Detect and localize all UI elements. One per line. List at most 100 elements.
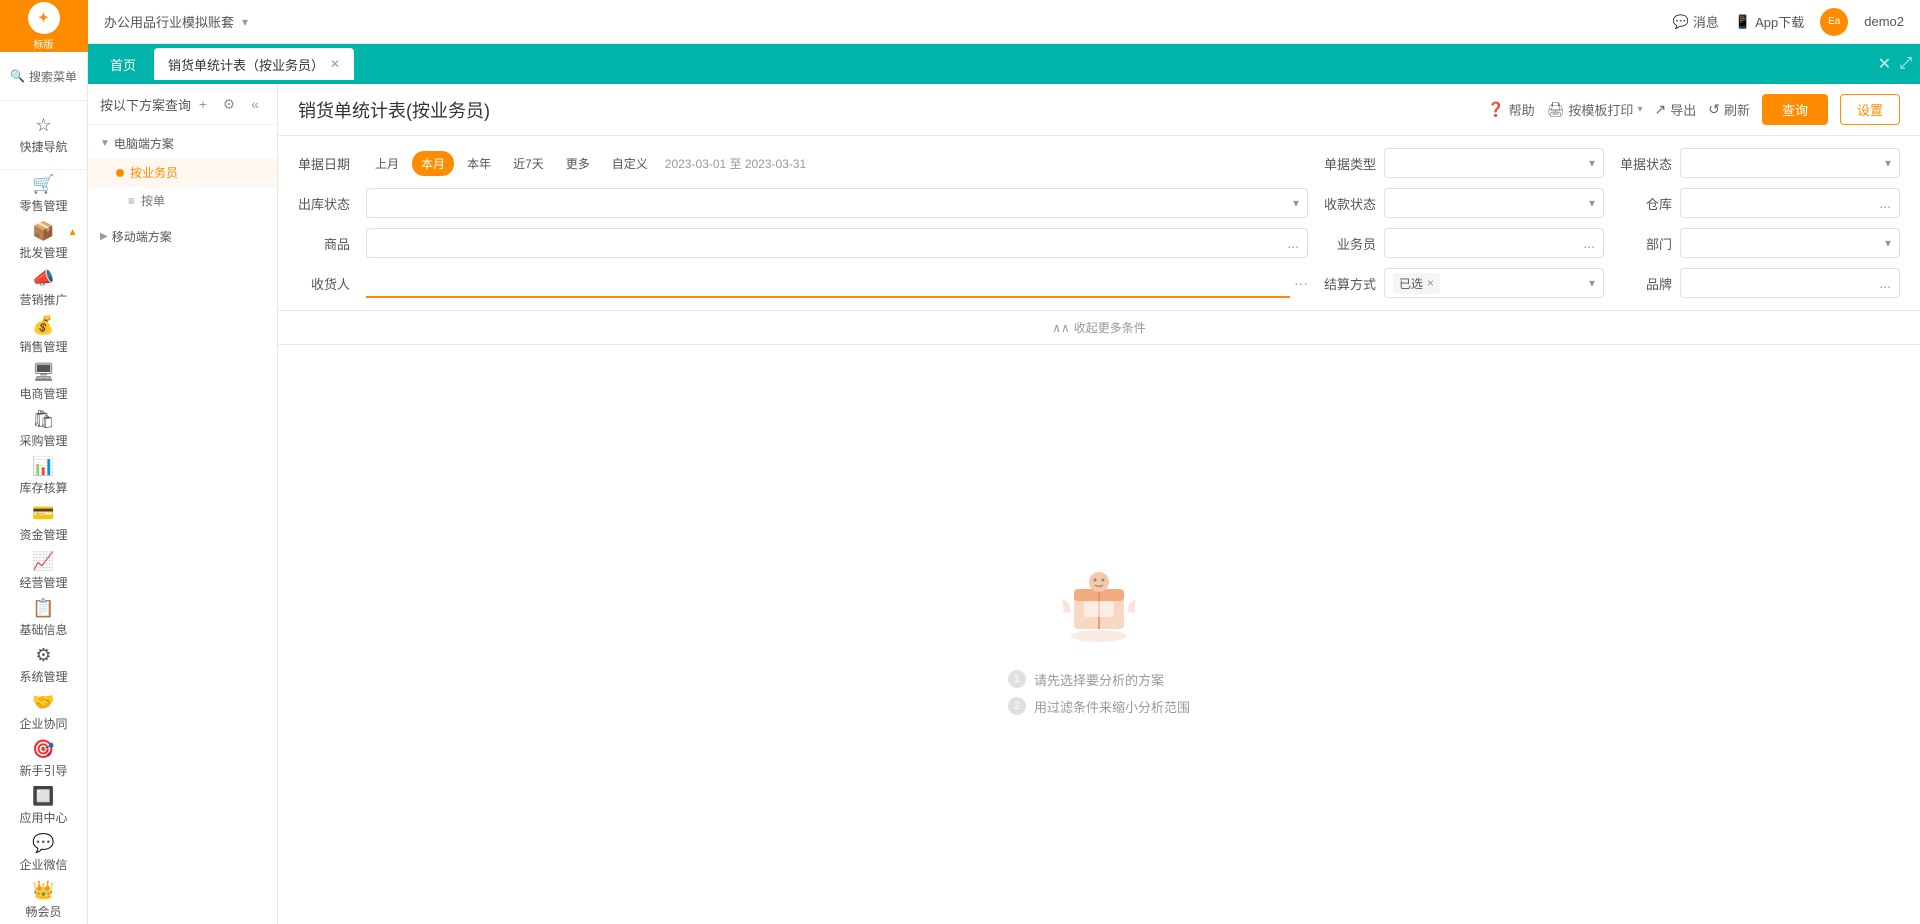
doc-type-select[interactable]: ▾ [1384, 148, 1604, 178]
doc-status-section: 单据状态 ▾ [1620, 148, 1900, 178]
doc-type-label: 单据类型 [1324, 154, 1376, 173]
sidebar-item-marketing[interactable]: 📣 营销推广 [4, 266, 84, 309]
maximize-button[interactable]: ⤢ [1899, 55, 1912, 73]
tab-sales-stat-label: 销货单统计表（按业务员） [168, 55, 324, 74]
user-avatar[interactable]: Ea [1820, 8, 1848, 36]
print-dropdown-icon[interactable]: ▾ [1637, 104, 1642, 115]
export-icon: ↗ [1654, 101, 1666, 118]
brand-select[interactable]: ... [1680, 268, 1900, 298]
doc-status-select[interactable]: ▾ [1680, 148, 1900, 178]
refresh-button[interactable]: ↺ 刷新 [1708, 100, 1750, 119]
finance-icon: 💳 [32, 503, 54, 524]
payment-tag-close-icon[interactable]: × [1427, 276, 1434, 290]
doc-type-control: ▾ [1384, 148, 1604, 178]
close-tab-button[interactable]: ✕ [1878, 54, 1891, 74]
salesperson-select[interactable]: ... [1384, 228, 1604, 258]
sidebar-item-basic[interactable]: 📋 基础信息 [4, 596, 84, 639]
brand-section: 品牌 ... [1620, 268, 1900, 298]
payment-control: 已选 × ▾ [1384, 268, 1604, 298]
tab-sales-stat[interactable]: 销货单统计表（按业务员） ✕ [154, 48, 354, 80]
basic-icon: 📋 [32, 598, 54, 619]
goods-control: ... [366, 228, 1308, 258]
hint-text-2: 用过滤条件来缩小分析范围 [1034, 697, 1190, 716]
date-last-month[interactable]: 上月 [366, 151, 408, 176]
tab-home[interactable]: 首页 [96, 48, 150, 80]
message-button[interactable]: 💬 消息 [1673, 12, 1719, 31]
sidebar-item-wechat[interactable]: 💬 企业微信 [4, 832, 84, 875]
warehouse-select[interactable]: ... [1680, 188, 1900, 218]
empty-hint-1: 1 请先选择要分析的方案 [1008, 670, 1190, 689]
sidebar-item-newbie[interactable]: 🎯 新手引导 [4, 738, 84, 781]
left-panel-actions: + ⚙ « [193, 94, 265, 114]
enterprise-icon: 🤝 [32, 692, 54, 713]
date-this-month[interactable]: 本月 [412, 151, 454, 176]
sidebar-item-purchase[interactable]: 🛍 采购管理 [4, 408, 84, 451]
brand-dots-icon: ... [1879, 275, 1891, 291]
sidebar-item-enterprise[interactable]: 🤝 企业协同 [4, 690, 84, 733]
dept-label: 部门 [1620, 234, 1672, 253]
payment-select[interactable]: 已选 × ▾ [1384, 268, 1604, 298]
date-this-year[interactable]: 本年 [458, 151, 500, 176]
scheme-settings-button[interactable]: ⚙ [219, 94, 239, 114]
user-name[interactable]: demo2 [1864, 14, 1904, 29]
empty-illustration [1049, 554, 1149, 654]
section-label: 电脑端方案 [114, 135, 174, 152]
sidebar-item-system[interactable]: ⚙ 系统管理 [4, 643, 84, 686]
user-avatar-label: Ea [1828, 16, 1840, 27]
sidebar-item-inventory[interactable]: 📊 库存核算 [4, 455, 84, 498]
retail-icon: 🛒 [32, 174, 54, 195]
page-title: 销货单统计表(按业务员) [298, 97, 490, 123]
receiver-input[interactable] [366, 268, 1290, 298]
empty-hint-container: 1 请先选择要分析的方案 2 用过滤条件来缩小分析范围 [1008, 670, 1190, 716]
sidebar-item-apps[interactable]: 🔲 应用中心 [4, 785, 84, 828]
payment-tag: 已选 × [1393, 273, 1440, 294]
salesperson-section: 业务员 ... [1324, 228, 1604, 258]
member-icon: 👑 [32, 880, 54, 901]
sidebar-item-retail[interactable]: 🛒 零售管理 [4, 172, 84, 215]
print-button[interactable]: 🖨 按模板打印 ▾ [1547, 100, 1643, 119]
workspace-dropdown[interactable]: ▾ [242, 15, 248, 29]
collect-status-select[interactable]: ▾ [1384, 188, 1604, 218]
sidebar-item-finance[interactable]: 💳 资金管理 [4, 502, 84, 545]
content-area: 按以下方案查询 + ⚙ « ▼ 电脑端方案 按业务员 ≡ 按单 [88, 84, 1920, 924]
dept-select[interactable]: ▾ [1680, 228, 1900, 258]
help-button[interactable]: ❓ 帮助 [1487, 100, 1534, 119]
app-logo[interactable]: ✦ 标版 [0, 0, 88, 52]
sidebar-item-sales[interactable]: 💰 销售管理 [4, 313, 84, 356]
doc-status-chevron-icon: ▾ [1885, 156, 1891, 170]
export-button[interactable]: ↗ 导出 [1654, 100, 1696, 119]
topbar-right: 💬 消息 📱 App下载 Ea demo2 [1673, 8, 1904, 36]
goods-select[interactable]: ... [366, 228, 1308, 258]
quick-nav-section: ☆ 快捷导航 [0, 101, 87, 170]
app-download-button[interactable]: 📱 App下载 [1735, 12, 1804, 31]
query-button[interactable]: 查询 [1762, 94, 1828, 125]
date-more[interactable]: 更多 [557, 151, 599, 176]
date-last-7-days[interactable]: 近7天 [504, 151, 553, 176]
sidebar-item-member[interactable]: 👑 畅会员 [4, 879, 84, 922]
sidebar-item-operation[interactable]: 📈 经营管理 [4, 549, 84, 592]
by-salesperson-item[interactable]: 按业务员 [88, 158, 277, 187]
by-order-item[interactable]: ≡ 按单 [88, 187, 277, 214]
out-status-select[interactable]: ▾ [366, 188, 1308, 218]
filter-area: 单据日期 上月 本月 本年 近7天 更多 自定义 2023-03-01 至 20… [278, 136, 1920, 311]
quick-nav-item[interactable]: ☆ 快捷导航 [4, 109, 84, 161]
settings-button[interactable]: 设置 [1840, 94, 1900, 125]
sidebar-item-ecommerce[interactable]: 🖥 电商管理 [4, 361, 84, 404]
goods-label: 商品 [298, 234, 350, 253]
collapse-chevron-icon: ∧∧ [1052, 321, 1070, 335]
collapse-panel-button[interactable]: « [245, 94, 265, 114]
search-menu-item[interactable]: 🔍 搜索菜单 [4, 60, 84, 92]
tab-home-label: 首页 [110, 55, 136, 74]
collapse-button[interactable]: ∧∧ 收起更多条件 [1052, 319, 1146, 336]
add-scheme-button[interactable]: + [193, 94, 213, 114]
workspace-title: 办公用品行业模拟账套 [104, 12, 234, 31]
receiver-label: 收货人 [298, 274, 350, 293]
date-custom[interactable]: 自定义 [603, 151, 657, 176]
tab-close-icon[interactable]: ✕ [330, 57, 340, 71]
item-label: 按业务员 [130, 164, 178, 181]
mobile-scheme-header[interactable]: ▶ 移动端方案 [88, 222, 277, 251]
print-icon: 🖨 [1547, 101, 1565, 118]
sidebar-item-wholesale[interactable]: 📦 批发管理 ▲ [4, 219, 84, 262]
desktop-scheme-header[interactable]: ▼ 电脑端方案 [88, 129, 277, 158]
date-range-display: 2023-03-01 至 2023-03-31 [665, 155, 806, 172]
